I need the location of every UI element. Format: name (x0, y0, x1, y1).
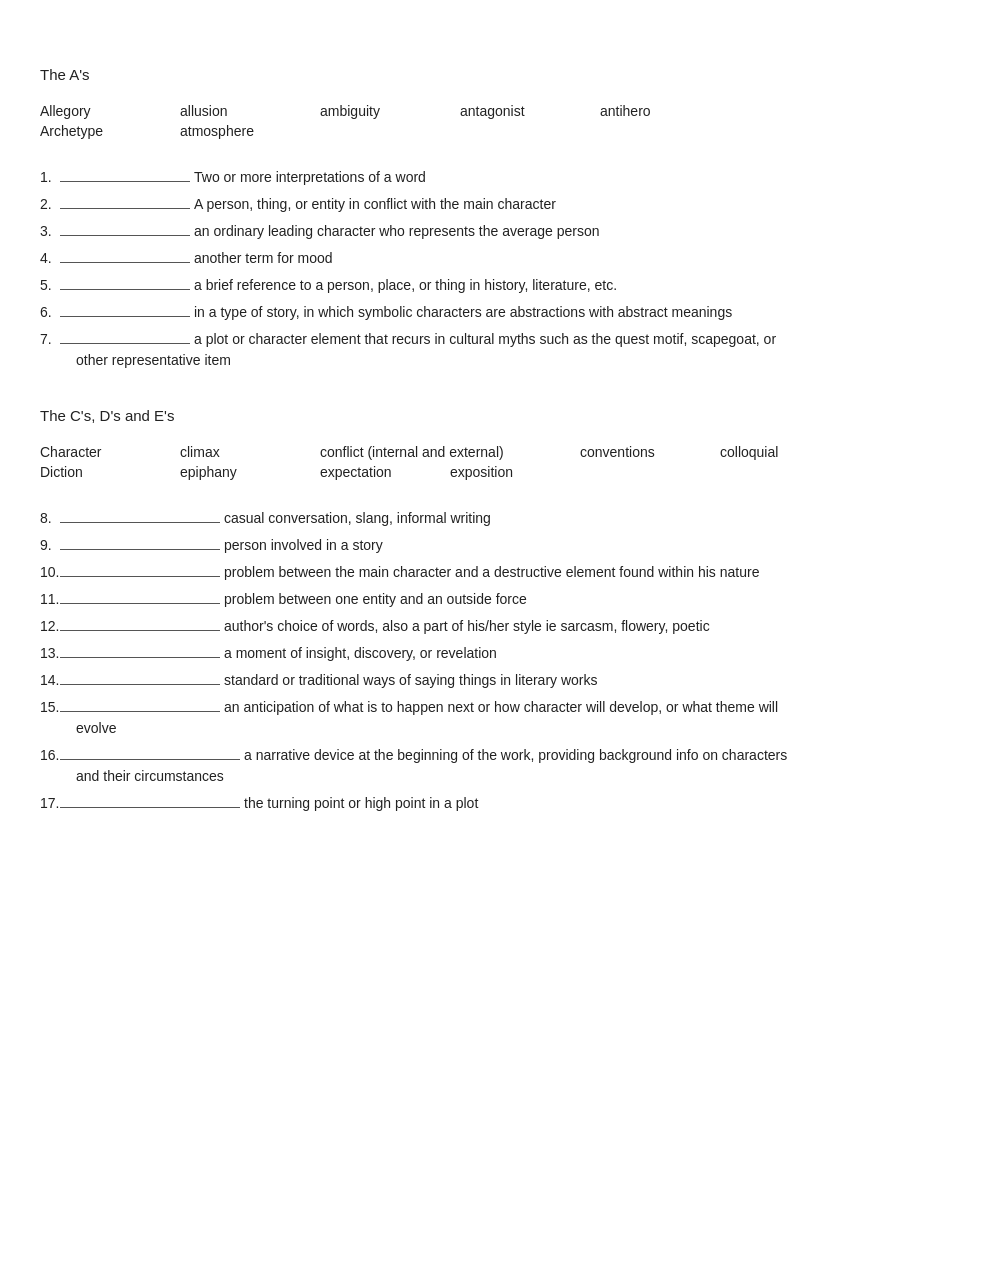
question-item: 5. a brief reference to a person, place, … (40, 275, 941, 296)
question-number: 12. (40, 616, 60, 637)
question-number: 7. (40, 329, 60, 350)
answer-blank[interactable] (60, 181, 190, 182)
question-item: 10. problem between the main character an… (40, 562, 941, 583)
term-item: antagonist (460, 103, 600, 119)
question-number: 1. (40, 167, 60, 188)
terms-row-1-1: Dictionepiphanyexpectationexposition (40, 464, 941, 480)
question-text: A person, thing, or entity in conflict w… (194, 196, 556, 212)
answer-blank[interactable] (60, 759, 240, 760)
question-number: 10. (40, 562, 60, 583)
term-item: exposition (450, 464, 580, 480)
term-item: antihero (600, 103, 740, 119)
term-item: conflict (internal and external) (320, 444, 580, 460)
question-item: 9. person involved in a story (40, 535, 941, 556)
question-text: the turning point or high point in a plo… (244, 795, 478, 811)
question-text: a narrative device at the beginning of t… (244, 747, 787, 763)
answer-blank[interactable] (60, 630, 220, 631)
question-number: 6. (40, 302, 60, 323)
section-header-0: The A's (40, 66, 941, 83)
question-item: 7. a plot or character element that recur… (40, 329, 941, 371)
question-item: 3. an ordinary leading character who repr… (40, 221, 941, 242)
answer-blank[interactable] (60, 289, 190, 290)
question-item: 13. a moment of insight, discovery, or re… (40, 643, 941, 664)
questions-section-1: 8. casual conversation, slang, informal w… (40, 508, 941, 814)
question-number: 8. (40, 508, 60, 529)
question-text: in a type of story, in which symbolic ch… (194, 304, 732, 320)
answer-blank[interactable] (60, 208, 190, 209)
question-item: 8. casual conversation, slang, informal w… (40, 508, 941, 529)
answer-blank[interactable] (60, 235, 190, 236)
question-text: problem between one entity and an outsid… (224, 591, 527, 607)
answer-blank[interactable] (60, 711, 220, 712)
question-item: 16. a narrative device at the beginning o… (40, 745, 941, 787)
question-item: 12. author's choice of words, also a part… (40, 616, 941, 637)
term-item: Diction (40, 464, 180, 480)
question-item: 2. A person, thing, or entity in conflict… (40, 194, 941, 215)
question-text: another term for mood (194, 250, 333, 266)
questions-section-0: 1. Two or more interpretations of a word 2… (40, 167, 941, 371)
question-continuation: evolve (40, 718, 941, 739)
question-item: 17. the turning point or high point in a … (40, 793, 941, 814)
term-item: conventions (580, 444, 720, 460)
question-text: a brief reference to a person, place, or… (194, 277, 617, 293)
question-text: problem between the main character and a… (224, 564, 759, 580)
question-text: casual conversation, slang, informal wri… (224, 510, 491, 526)
question-number: 15. (40, 697, 60, 718)
term-item: ambiguity (320, 103, 460, 119)
terms-grid-1: Characterclimaxconflict (internal and ex… (40, 444, 941, 480)
answer-blank[interactable] (60, 603, 220, 604)
question-number: 11. (40, 589, 60, 610)
question-text: a moment of insight, discovery, or revel… (224, 645, 497, 661)
question-number: 2. (40, 194, 60, 215)
term-item: climax (180, 444, 320, 460)
term-item: expectation (320, 464, 450, 480)
question-number: 17. (40, 793, 60, 814)
answer-blank[interactable] (60, 576, 220, 577)
question-text: an ordinary leading character who repres… (194, 223, 599, 239)
section-header-1: The C's, D's and E's (40, 407, 941, 424)
term-item: Allegory (40, 103, 180, 119)
question-item: 14. standard or traditional ways of sayin… (40, 670, 941, 691)
term-item: epiphany (180, 464, 320, 480)
question-number: 14. (40, 670, 60, 691)
question-text: Two or more interpretations of a word (194, 169, 426, 185)
answer-blank[interactable] (60, 657, 220, 658)
term-item: Archetype (40, 123, 180, 139)
terms-row-0-0: Allegoryallusionambiguityantagonistantih… (40, 103, 941, 119)
answer-blank[interactable] (60, 807, 240, 808)
question-item: 6. in a type of story, in which symbolic … (40, 302, 941, 323)
answer-blank[interactable] (60, 549, 220, 550)
question-text: an anticipation of what is to happen nex… (224, 699, 778, 715)
question-item: 4. another term for mood (40, 248, 941, 269)
question-continuation: other representative item (40, 350, 941, 371)
question-item: 1. Two or more interpretations of a word (40, 167, 941, 188)
question-text: author's choice of words, also a part of… (224, 618, 710, 634)
terms-row-0-1: Archetypeatmosphere (40, 123, 941, 139)
question-text: a plot or character element that recurs … (194, 331, 776, 347)
answer-blank[interactable] (60, 262, 190, 263)
answer-blank[interactable] (60, 684, 220, 685)
answer-blank[interactable] (60, 522, 220, 523)
terms-row-1-0: Characterclimaxconflict (internal and ex… (40, 444, 941, 460)
question-number: 3. (40, 221, 60, 242)
term-item: Character (40, 444, 180, 460)
question-number: 9. (40, 535, 60, 556)
question-number: 4. (40, 248, 60, 269)
question-number: 5. (40, 275, 60, 296)
term-item: allusion (180, 103, 320, 119)
terms-grid-0: Allegoryallusionambiguityantagonistantih… (40, 103, 941, 139)
question-continuation: and their circumstances (40, 766, 941, 787)
question-text: standard or traditional ways of saying t… (224, 672, 598, 688)
question-item: 15. an anticipation of what is to happen … (40, 697, 941, 739)
term-item: colloquial (720, 444, 860, 460)
answer-blank[interactable] (60, 343, 190, 344)
term-item: atmosphere (180, 123, 320, 139)
question-item: 11. problem between one entity and an out… (40, 589, 941, 610)
question-number: 16. (40, 745, 60, 766)
question-number: 13. (40, 643, 60, 664)
question-text: person involved in a story (224, 537, 383, 553)
answer-blank[interactable] (60, 316, 190, 317)
